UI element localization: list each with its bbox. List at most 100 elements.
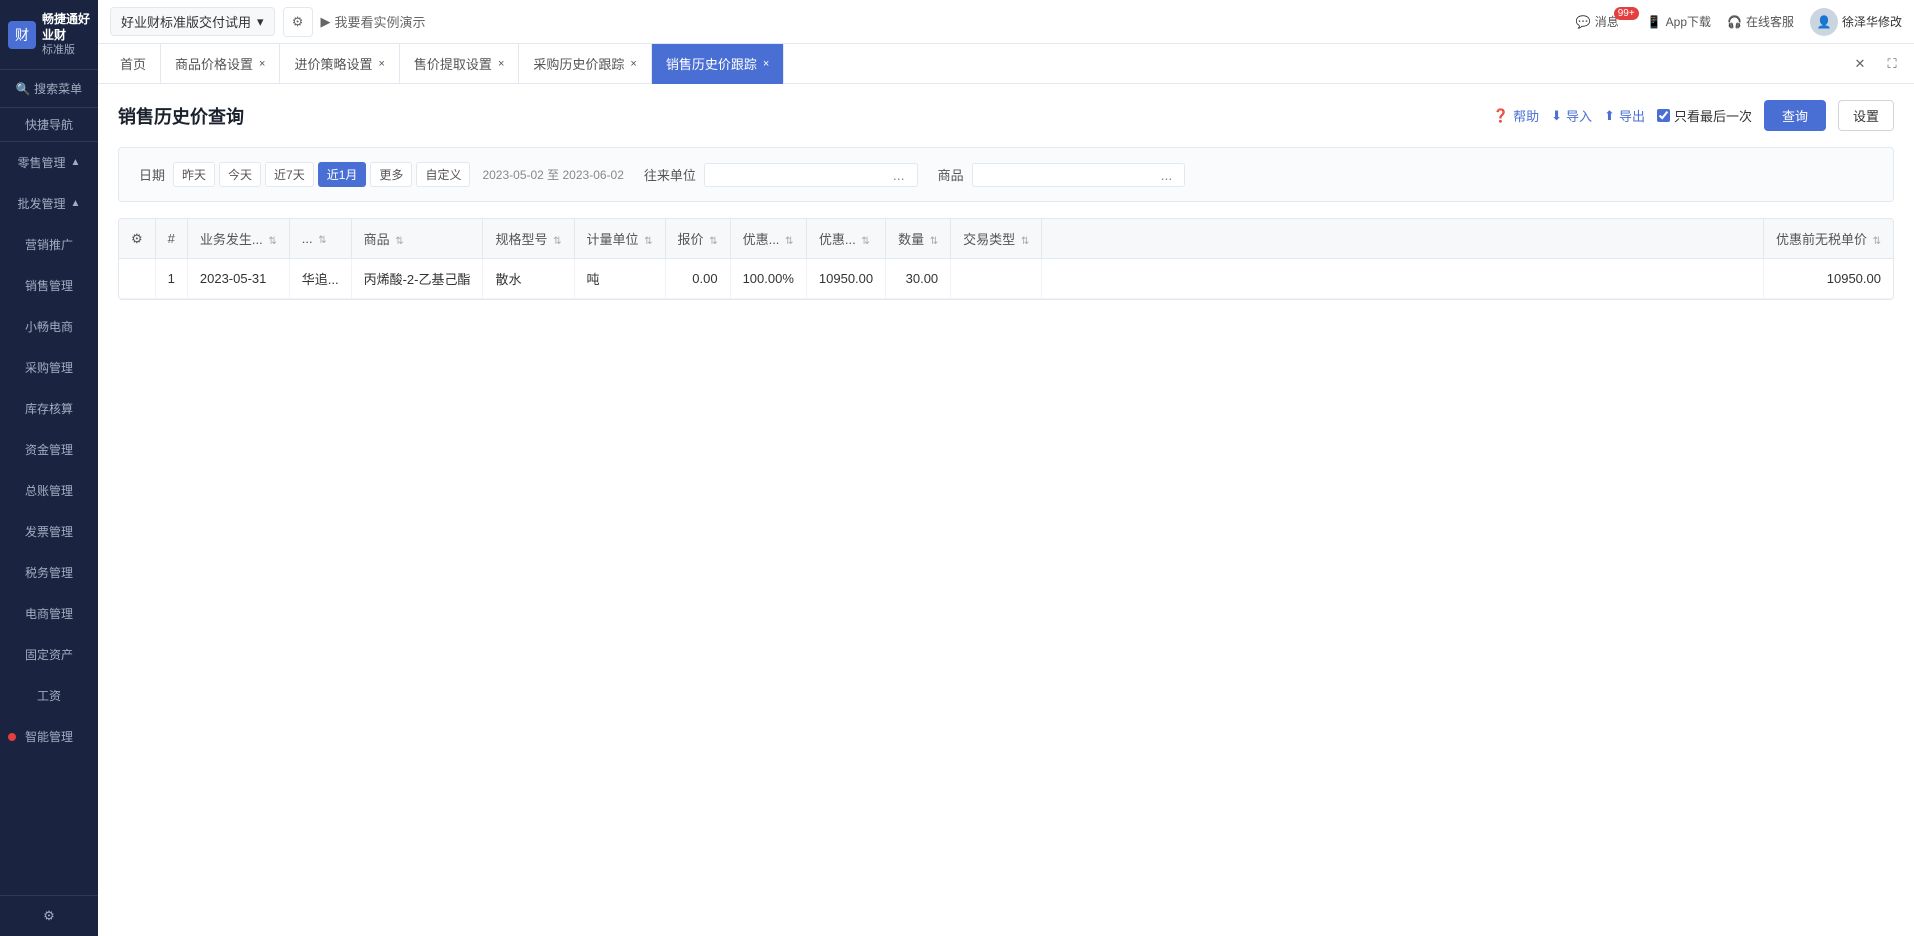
tab-strategy[interactable]: 进价策略设置 × — [280, 44, 399, 84]
sidebar-item-smart[interactable]: 智能管理 — [0, 716, 98, 757]
date-btn-last7[interactable]: 近7天 — [265, 162, 314, 187]
chevron-icon: ▲ — [71, 198, 81, 209]
product-input[interactable] — [981, 167, 1157, 182]
sidebar-item-ecom[interactable]: 电商管理 — [0, 593, 98, 634]
tab-home[interactable]: 首页 — [106, 44, 161, 84]
sidebar-item-purchase[interactable]: 采购管理 — [0, 347, 98, 388]
date-btn-more[interactable]: 更多 — [370, 162, 412, 187]
chevron-down-icon: ▾ — [257, 14, 264, 30]
import-icon: ⬇ — [1551, 108, 1562, 124]
sidebar-settings-button[interactable]: ⚙ — [0, 895, 98, 936]
source-unit-input[interactable] — [713, 167, 889, 182]
tab-discount-label: 售价提取设置 — [414, 54, 492, 73]
help-link[interactable]: ❓ 帮助 — [1493, 106, 1539, 125]
tab-price[interactable]: 商品价格设置 × — [161, 44, 280, 84]
sidebar-item-finance[interactable]: 资金管理 — [0, 429, 98, 470]
th-qty[interactable]: 数量 ⇅ — [886, 219, 951, 259]
message-badge: 99+ — [1614, 7, 1639, 20]
page-title: 销售历史价查询 — [118, 103, 244, 129]
sidebar-item-ledger-label: 总账管理 — [25, 482, 73, 499]
sidebar-item-finance-label: 资金管理 — [25, 441, 73, 458]
th-spec[interactable]: 规格型号 ⇅ — [483, 219, 574, 259]
tab-expand-button[interactable]: ⛶ — [1878, 50, 1906, 78]
version-selector[interactable]: 好业财标准版交付试用 ▾ — [110, 7, 275, 36]
filter-bar: 日期 昨天 今天 近7天 近1月 更多 自定义 2023-05-02 至 202… — [118, 147, 1894, 202]
th-unit[interactable]: 计量单位 ⇅ — [574, 219, 665, 259]
topbar-right: 💬 消息 99+ 📱 App下载 🎧 在线客服 👤 徐泽华修改 — [1576, 8, 1902, 36]
th-gear[interactable]: ⚙ — [119, 219, 155, 259]
date-btn-last1m[interactable]: 近1月 — [318, 162, 367, 187]
user-menu[interactable]: 👤 徐泽华修改 — [1810, 8, 1902, 36]
source-unit-input-wrap[interactable]: ... — [704, 163, 918, 187]
query-button[interactable]: 查询 — [1764, 100, 1826, 131]
th-trade-type[interactable]: 交易类型 ⇅ — [951, 219, 1042, 259]
app-download-button[interactable]: 📱 App下载 — [1647, 13, 1711, 30]
date-btn-today[interactable]: 今天 — [219, 162, 261, 187]
app-icon: 📱 — [1647, 15, 1662, 29]
sidebar-item-ecom-small[interactable]: 小畅电商 — [0, 306, 98, 347]
notification-dot — [8, 733, 16, 741]
tab-close-icon[interactable]: × — [630, 58, 636, 70]
sidebar-item-tax[interactable]: 税务管理 — [0, 552, 98, 593]
th-biz-date[interactable]: 业务发生... ⇅ — [187, 219, 289, 259]
sidebar-item-retail-label: 零售管理 — [18, 154, 66, 171]
date-btn-custom[interactable]: 自定义 — [416, 162, 470, 187]
tab-close-window-button[interactable]: ✕ — [1846, 50, 1874, 78]
sidebar-search[interactable]: 🔍 搜索菜单 — [0, 70, 98, 108]
demo-link[interactable]: ▶ 我要看实例演示 — [321, 12, 426, 31]
product-input-wrap[interactable]: ... — [972, 163, 1186, 187]
th-pre-tax-price[interactable]: 优惠前无税单价 ⇅ — [1763, 219, 1893, 259]
data-table-wrap: ⚙ # 业务发生... ⇅ ... ⇅ — [118, 218, 1894, 300]
help-label: 帮助 — [1513, 106, 1539, 125]
sort-icon: ⇅ — [644, 236, 652, 247]
demo-icon: ▶ — [321, 14, 331, 30]
only-last-input[interactable] — [1657, 109, 1670, 122]
th-discount1[interactable]: 优惠... ⇅ — [730, 219, 806, 259]
tab-sales-history-label: 销售历史价跟踪 — [666, 54, 757, 73]
message-button[interactable]: 💬 消息 99+ — [1576, 13, 1631, 30]
expand-icon: ⛶ — [1887, 56, 1896, 72]
tab-close-icon[interactable]: × — [259, 58, 265, 70]
settings-icon: ⚙ — [43, 908, 55, 923]
th-qty-label: 数量 — [898, 232, 924, 247]
settings-button[interactable]: 设置 — [1838, 100, 1894, 131]
sidebar-item-ledger[interactable]: 总账管理 — [0, 470, 98, 511]
th-price[interactable]: 报价 ⇅ — [665, 219, 730, 259]
th-product[interactable]: 商品 ⇅ — [351, 219, 483, 259]
table-row[interactable]: 1 2023-05-31 华追... 丙烯酸-2-乙基己酯 散水 吨 0.00 … — [119, 259, 1893, 299]
date-btn-yesterday[interactable]: 昨天 — [173, 162, 215, 187]
tab-discount[interactable]: 售价提取设置 × — [400, 44, 519, 84]
product-dots[interactable]: ... — [1157, 167, 1177, 183]
sidebar-item-asset[interactable]: 固定资产 — [0, 634, 98, 675]
online-service-button[interactable]: 🎧 在线客服 — [1727, 13, 1794, 30]
only-last-checkbox[interactable]: 只看最后一次 — [1657, 106, 1752, 125]
sidebar-item-purchase-label: 采购管理 — [25, 359, 73, 376]
sidebar-item-payroll[interactable]: 工资 — [0, 675, 98, 716]
sidebar-nav-label: 快捷导航 — [25, 118, 73, 132]
topbar: 好业财标准版交付试用 ▾ ⚙ ▶ 我要看实例演示 💬 消息 99+ 📱 App下… — [98, 0, 1914, 44]
import-link[interactable]: ⬇ 导入 — [1551, 106, 1592, 125]
th-more[interactable]: ... ⇅ — [289, 219, 351, 259]
sidebar-item-retail[interactable]: 零售管理 ▲ — [0, 142, 98, 183]
service-label: 在线客服 — [1746, 13, 1794, 30]
sidebar-quicknav[interactable]: 快捷导航 — [0, 108, 98, 142]
sidebar-item-sales[interactable]: 销售管理 — [0, 265, 98, 306]
sort-icon: ⇅ — [553, 236, 561, 247]
tab-close-icon[interactable]: × — [378, 58, 384, 70]
close-icon: ✕ — [1855, 56, 1866, 72]
tab-sales-history[interactable]: 销售历史价跟踪 × — [652, 44, 784, 84]
source-unit-dots[interactable]: ... — [889, 167, 909, 183]
sidebar-item-marketing[interactable]: 营销推广 — [0, 224, 98, 265]
tab-purchase-history[interactable]: 采购历史价跟踪 × — [519, 44, 651, 84]
sidebar-item-inventory[interactable]: 库存核算 — [0, 388, 98, 429]
tab-close-icon[interactable]: × — [498, 58, 504, 70]
chevron-icon: ▲ — [71, 157, 81, 168]
sidebar-search-label: 搜索菜单 — [34, 82, 82, 96]
sidebar-item-invoice[interactable]: 发票管理 — [0, 511, 98, 552]
tab-close-icon[interactable]: × — [763, 58, 769, 70]
th-discount2[interactable]: 优惠... ⇅ — [806, 219, 885, 259]
sidebar-item-wholesale[interactable]: 批发管理 ▲ — [0, 183, 98, 224]
export-link[interactable]: ⬆ 导出 — [1604, 106, 1645, 125]
page-content: 销售历史价查询 ❓ 帮助 ⬇ 导入 ⬆ 导出 — [98, 84, 1914, 936]
topbar-settings-button[interactable]: ⚙ — [283, 7, 313, 37]
